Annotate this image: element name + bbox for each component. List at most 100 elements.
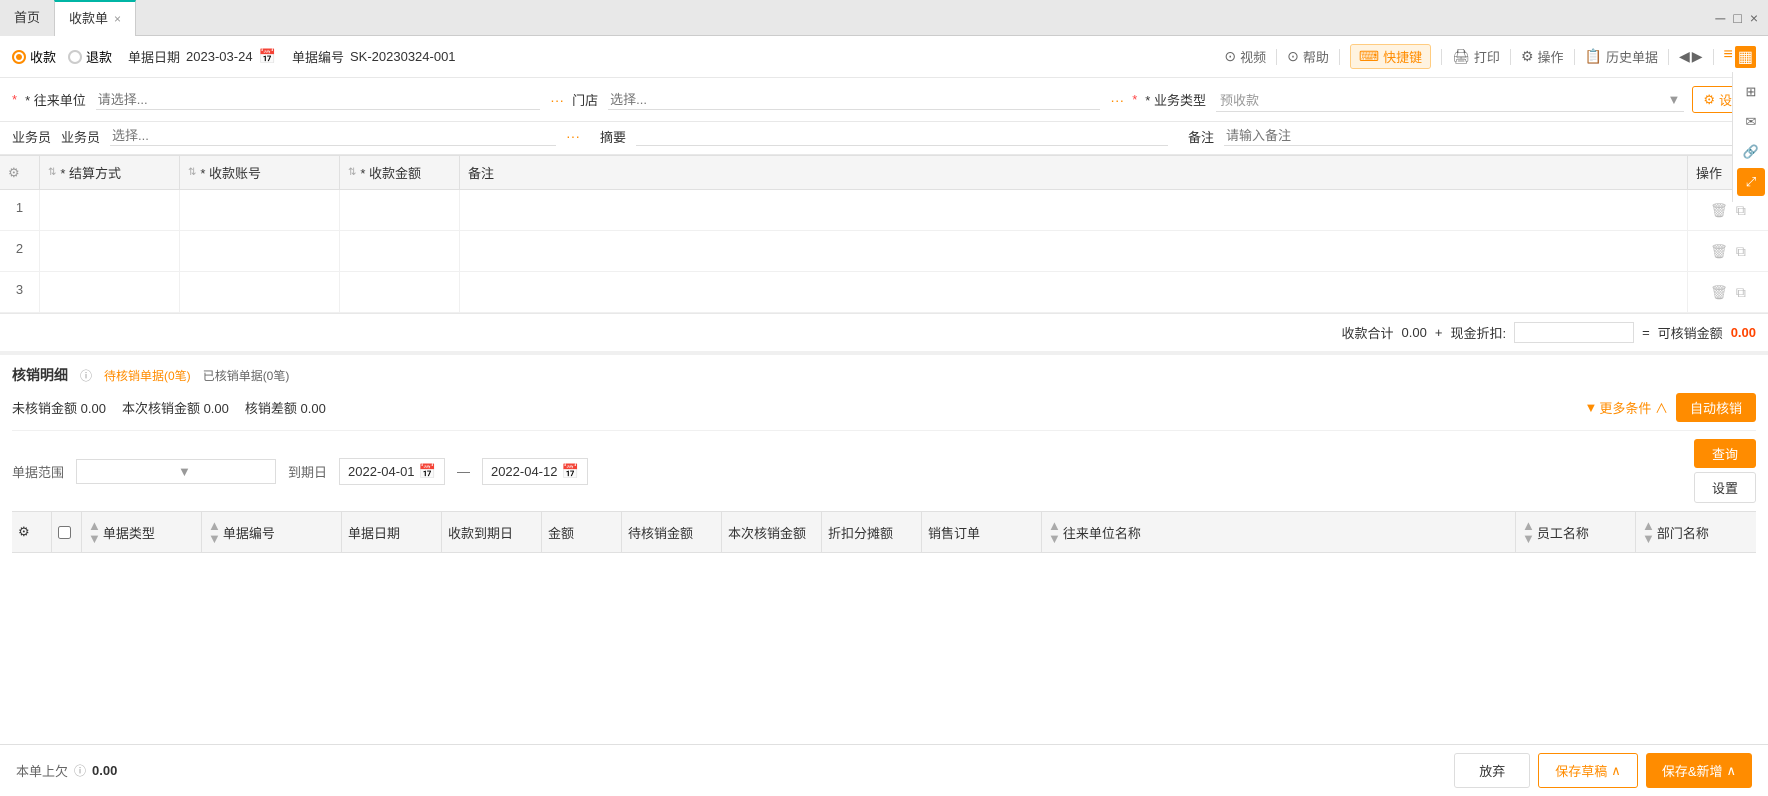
row-1-delete-icon[interactable]: 🗑 [1710,202,1728,219]
print-btn[interactable]: 🖨 打印 [1452,47,1500,66]
date-end-icon: 📅 [561,463,578,480]
remark-input[interactable] [1224,126,1756,146]
discard-button[interactable]: 放弃 [1454,753,1530,788]
radio-receipt[interactable]: 收款 [12,47,56,66]
bth-sales-order-label: 销售订单 [928,523,980,542]
date-calendar-icon[interactable]: 📅 [259,48,276,65]
minimize-icon[interactable]: ─ [1715,10,1725,26]
date-start-input[interactable]: 2022-04-01 📅 [339,458,445,485]
discount-input[interactable] [1514,322,1634,343]
row-1-payment-method[interactable] [40,190,180,230]
tab-home[interactable]: 首页 [0,0,54,36]
store-more-icon[interactable]: ··· [1110,92,1124,108]
bth-employee: ▲▼ 员工名称 [1516,512,1636,552]
row-3-account[interactable] [180,272,340,312]
view-grid-icon[interactable]: ▦ [1735,46,1756,68]
store-input[interactable] [608,90,1100,110]
operation-btn[interactable]: ⚙ 操作 [1521,47,1564,66]
table-icon: ⊞ [1746,84,1757,100]
hx-tab-pending[interactable]: 待核销单据(0笔) [104,367,191,384]
th-amount: ⇅ * 收款金额 [340,156,460,189]
divider-2 [1339,49,1340,65]
radio-refund-label: 退款 [86,47,112,66]
auto-hx-button[interactable]: 自动核销 [1676,393,1756,422]
shortcut-btn[interactable]: ⌨ 快捷键 [1350,44,1431,69]
salesperson-label: 业务员 [12,127,51,146]
summary-input[interactable] [636,126,1168,146]
email-icon: ✉ [1746,114,1757,130]
row-2-delete-icon[interactable]: 🗑 [1710,243,1728,260]
history-btn[interactable]: 📋 历史单据 [1585,47,1658,66]
tab-receipt-close[interactable]: × [114,1,121,37]
hx-stat-diff: 核销差额 0.00 [245,398,326,417]
row-2-payment-method[interactable] [40,231,180,271]
help-btn[interactable]: ⊙ 帮助 [1287,47,1329,66]
view-list-icon[interactable]: ≡ [1724,46,1733,68]
salesperson-input[interactable] [110,126,556,146]
nav-prev[interactable]: ◀ [1679,48,1690,65]
close-icon[interactable]: × [1750,10,1758,26]
counterparty-field: * * 往来单位 ··· [12,90,564,110]
row-2-amount[interactable] [340,231,460,271]
business-type-select[interactable]: 预收款 ▼ [1216,88,1684,112]
business-type-label: * 业务类型 [1145,90,1206,109]
video-btn[interactable]: ⊙ 视频 [1224,47,1266,66]
salesperson-field: 业务员 业务员 ··· [12,126,580,146]
hx-stat-this: 本次核销金额 0.00 [122,398,229,417]
date-end-input[interactable]: 2022-04-12 📅 [482,458,588,485]
row-1-amount[interactable] [340,190,460,230]
nav-next[interactable]: ▶ [1692,48,1703,65]
hx-right-tools: ▼ 更多条件 ∧ 自动核销 [1584,393,1756,422]
row-2-account[interactable] [180,231,340,271]
row-1-account[interactable] [180,190,340,230]
counterparty-input[interactable] [96,90,540,110]
more-conditions-btn[interactable]: ▼ 更多条件 ∧ [1584,398,1668,417]
bth-checkbox[interactable] [52,512,82,552]
help-icon: ⊙ [1287,48,1299,65]
filter-settings-button[interactable]: 设置 [1694,472,1756,503]
net-value: 0.00 [1731,325,1756,340]
divider-5 [1574,49,1575,65]
sidebar-link-icon[interactable]: 🔗 [1737,138,1765,166]
th-action-label: 操作 [1696,163,1722,182]
row-3-remark[interactable] [460,272,1688,312]
range-select[interactable]: ▼ [76,459,276,484]
sidebar-expand-icon[interactable]: ⤢ [1737,168,1765,196]
docnum-label: 单据编号 [292,47,344,66]
history-label: 历史单据 [1606,47,1658,66]
footer-right: 放弃 保存草稿 ∧ 保存&新增 ∧ [1454,753,1752,788]
row-3-amount[interactable] [340,272,460,312]
help-label: 帮助 [1303,47,1329,66]
date-start-value: 2022-04-01 [348,464,415,479]
row-3-delete-icon[interactable]: 🗑 [1710,284,1728,301]
row-1-copy-icon[interactable]: ⧉ [1736,202,1746,219]
hx-stat-diff-value: 0.00 [301,401,326,416]
business-type-arrow: ▼ [1667,92,1680,107]
row-1-remark[interactable] [460,190,1688,230]
sidebar-table-icon[interactable]: ⊞ [1737,78,1765,106]
maximize-icon[interactable]: □ [1733,10,1741,26]
hx-tab-done[interactable]: 已核销单据(0笔) [203,367,290,384]
save-draft-button[interactable]: 保存草稿 ∧ [1538,753,1638,788]
bottom-config-icon[interactable]: ⚙ [18,524,30,540]
select-all-checkbox[interactable] [58,526,71,539]
sidebar-email-icon[interactable]: ✉ [1737,108,1765,136]
row-2-remark[interactable] [460,231,1688,271]
salesperson-more-icon[interactable]: ··· [566,128,580,144]
salesperson-label-text: 业务员 [61,127,100,146]
row-2-copy-icon[interactable]: ⧉ [1736,243,1746,260]
operation-label: 操作 [1538,47,1564,66]
row-3-copy-icon[interactable]: ⧉ [1736,284,1746,301]
save-new-label: 保存&新增 [1662,761,1723,780]
row-3-actions: 🗑 ⧉ [1688,272,1768,312]
shortcut-icon: ⌨ [1359,48,1379,65]
row-3-payment-method[interactable] [40,272,180,312]
table-config-icon[interactable]: ⚙ [8,165,20,181]
tab-receipt[interactable]: 收款单 × [54,0,136,36]
hx-title-row: 核销明细 ⓘ 待核销单据(0笔) 已核销单据(0笔) [12,365,1756,385]
query-button[interactable]: 查询 [1694,439,1756,468]
counterparty-more-icon[interactable]: ··· [550,92,564,108]
save-new-button[interactable]: 保存&新增 ∧ [1646,753,1752,788]
radio-refund[interactable]: 退款 [68,47,112,66]
store-label: 门店 [572,90,598,109]
